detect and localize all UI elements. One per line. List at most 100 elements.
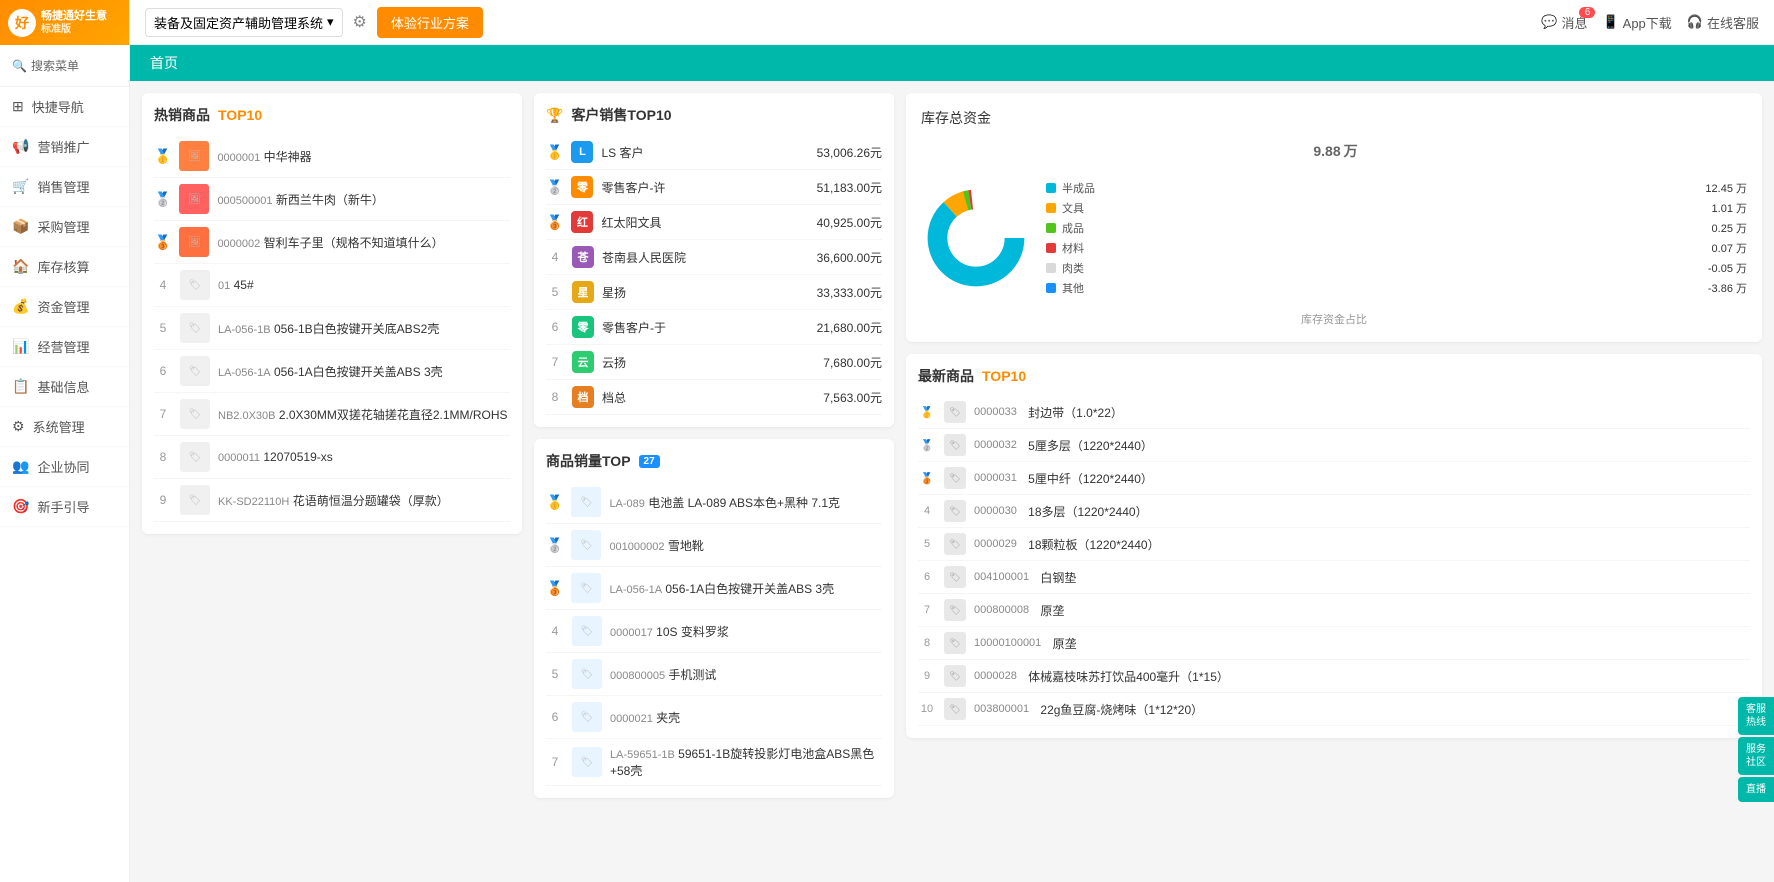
product-name: 056-1A白色按键开关盖ABS 3壳 [274,365,443,379]
nav-icon: 📦 [12,218,29,235]
product-info: LA-59651-1B 59651-1B旋转投影灯电池盒ABS黑色+58壳 [610,745,882,779]
sidebar-nav-item[interactable]: 🎯新手引导 [0,487,129,527]
new-product-item: 5 🏷 0000029 18颗粒板（1220*2440） [918,528,1750,561]
new-product-thumb: 🏷 [944,698,966,720]
new-product-thumb: 🏷 [944,599,966,621]
new-product-thumb: 🏷 [944,434,966,456]
mid-rank-item: 6 🏷 0000021 夹壳 [546,696,882,739]
search-icon: 🔍 [12,59,27,73]
new-product-rank: 4 [918,505,936,517]
sidebar-nav-item[interactable]: ⚙系统管理 [0,407,129,447]
legend-name: 其他 [1062,280,1702,296]
rank-amount: 33,333.00元 [817,284,882,301]
rank-avatar: 零 [572,316,594,338]
product-name: 花语萌恒温分题罐袋（厚款） [293,494,449,508]
product-name: 新西兰牛肉（新牛） [276,193,384,207]
product-info: LA-056-1A 056-1A白色按键开关盖ABS 3壳 [218,363,510,380]
cs-btn[interactable]: 直播 [1738,777,1774,802]
rank-number: 4 [154,278,172,292]
product-name: 10S 变料罗浆 [656,625,729,639]
search-button[interactable]: 🔍 搜索菜单 [8,53,121,78]
rank-avatar: 星 [572,281,594,303]
system-selector[interactable]: 装备及固定资产辅助管理系统 ▾ [145,8,343,37]
product-name: 056-1A白色按键开关盖ABS 3壳 [665,582,834,596]
rank-avatar: L [571,141,593,163]
sidebar-nav-item[interactable]: 💰资金管理 [0,287,129,327]
legend-value: 0.07 万 [1712,240,1747,256]
online-service-btn[interactable]: 🎧 在线客服 [1687,13,1759,32]
product-name: 雪地靴 [668,539,704,553]
cs-btn[interactable]: 客服热线 [1738,697,1774,735]
hot-product-item: 9 🏷 KK-SD22110H 花语萌恒温分题罐袋（厚款） [154,479,510,522]
mid-rank-item: 7 🏷 LA-59651-1B 59651-1B旋转投影灯电池盒ABS黑色+58… [546,739,882,786]
product-code: KK-SD22110H [218,496,289,508]
customer-rank-item: 8 档 档总 7,563.00元 [546,380,882,415]
product-code: LA-056-1A [609,584,662,596]
new-product-item: 10 🏷 003800001 22g鱼豆腐-烧烤味（1*12*20） [918,693,1750,726]
hot-product-item: 🥉 🖼 0000002 智利车子里（规格不知道填什么） [154,221,510,264]
product-code: 0000011 [218,452,260,464]
product-thumbnail: 🏷 [572,702,602,732]
legend-value: -0.05 万 [1708,260,1747,276]
donut-chart [921,183,1031,293]
new-product-name: 18多层（1220*2440） [1025,503,1148,520]
rank-avatar: 苍 [572,246,594,268]
new-products-card: 最新商品 TOP10 🥇 🏷 0000033 封边带（1.0*22） 🥈 🏷 0… [906,354,1762,738]
nav-label: 采购管理 [37,217,89,236]
mid-rank-item: 🥉 🏷 LA-056-1A 056-1A白色按键开关盖ABS 3壳 [546,567,882,610]
rank-number: 4 [546,250,564,264]
nav-label: 企业协同 [37,457,89,476]
sidebar-nav-item[interactable]: 📦 采购管理 [0,207,129,247]
sidebar-nav-item[interactable]: 📋基础信息 [0,367,129,407]
new-product-rank: 🥈 [918,439,936,452]
cs-float: 客服热线服务社区直播 [1738,697,1774,802]
product-code: 0000001 [217,152,260,164]
legend-name: 肉类 [1062,260,1702,276]
headset-icon: 🎧 [1687,14,1703,30]
product-code: 000500001 [217,195,272,207]
nav-label: 基础信息 [37,377,89,396]
nav-icon: 🎯 [12,498,29,515]
medal-icon: 🥉 [546,580,563,597]
app-download-btn[interactable]: 📱 App下载 [1602,13,1671,32]
product-name: 中华神器 [264,150,312,164]
customer-ranking-title: 🏆 客户销售TOP10 [546,105,882,125]
sidebar-nav-item[interactable]: ⊞快捷导航 [0,87,129,127]
sidebar-nav-item[interactable]: 👥企业协同 [0,447,129,487]
customer-rank-item: 🥉 红 红太阳文具 40,925.00元 [546,205,882,240]
home-tab[interactable]: 首页 [130,45,1774,81]
product-thumbnail: 🖼 [179,227,209,257]
sidebar-nav-item[interactable]: 🛒销售管理 [0,167,129,207]
rank-amount: 36,600.00元 [817,249,882,266]
new-product-name: 原垄 [1049,635,1076,652]
product-code: 0000002 [217,238,260,250]
new-product-name: 5厘多层（1220*2440） [1025,437,1153,454]
settings-icon[interactable]: ⚙ [353,12,367,32]
rank-number: 6 [546,320,564,334]
rank-amount: 7,563.00元 [823,389,882,406]
cs-btn[interactable]: 服务社区 [1738,737,1774,775]
legend-color [1046,223,1056,233]
rank-name: 红太阳文具 [601,214,808,231]
rank-name: 零售客户-于 [602,319,809,336]
legend-name: 半成品 [1062,180,1699,196]
product-name: 电池盖 LA-089 ABS本色+黑种 7.1克 [648,496,840,510]
product-name: 智利车子里（规格不知道填什么） [264,236,444,250]
experience-btn[interactable]: 体验行业方案 [377,7,483,38]
new-product-rank: 7 [918,604,936,616]
product-code: LA-089 [609,498,644,510]
sidebar-nav-item[interactable]: 📢营销推广 [0,127,129,167]
sidebar-search[interactable]: 🔍 搜索菜单 [0,45,129,87]
product-info: 0000011 12070519-xs [218,450,510,464]
new-product-item: 7 🏷 000800008 原垄 [918,594,1750,627]
nav-label: 营销推广 [37,137,89,156]
new-product-name: 5厘中纤（1220*2440） [1025,470,1153,487]
sidebar-nav-item[interactable]: 🏠库存核算 [0,247,129,287]
new-product-name: 18颗粒板（1220*2440） [1025,536,1160,553]
nav-label: 资金管理 [37,297,89,316]
nav-label: 库存核算 [37,257,89,276]
medal-icon: 🥈 [546,537,563,554]
product-code: NB2.0X30B [218,410,275,422]
message-btn[interactable]: 💬 消息 6 [1541,13,1587,32]
sidebar-nav-item[interactable]: 📊经营管理 [0,327,129,367]
